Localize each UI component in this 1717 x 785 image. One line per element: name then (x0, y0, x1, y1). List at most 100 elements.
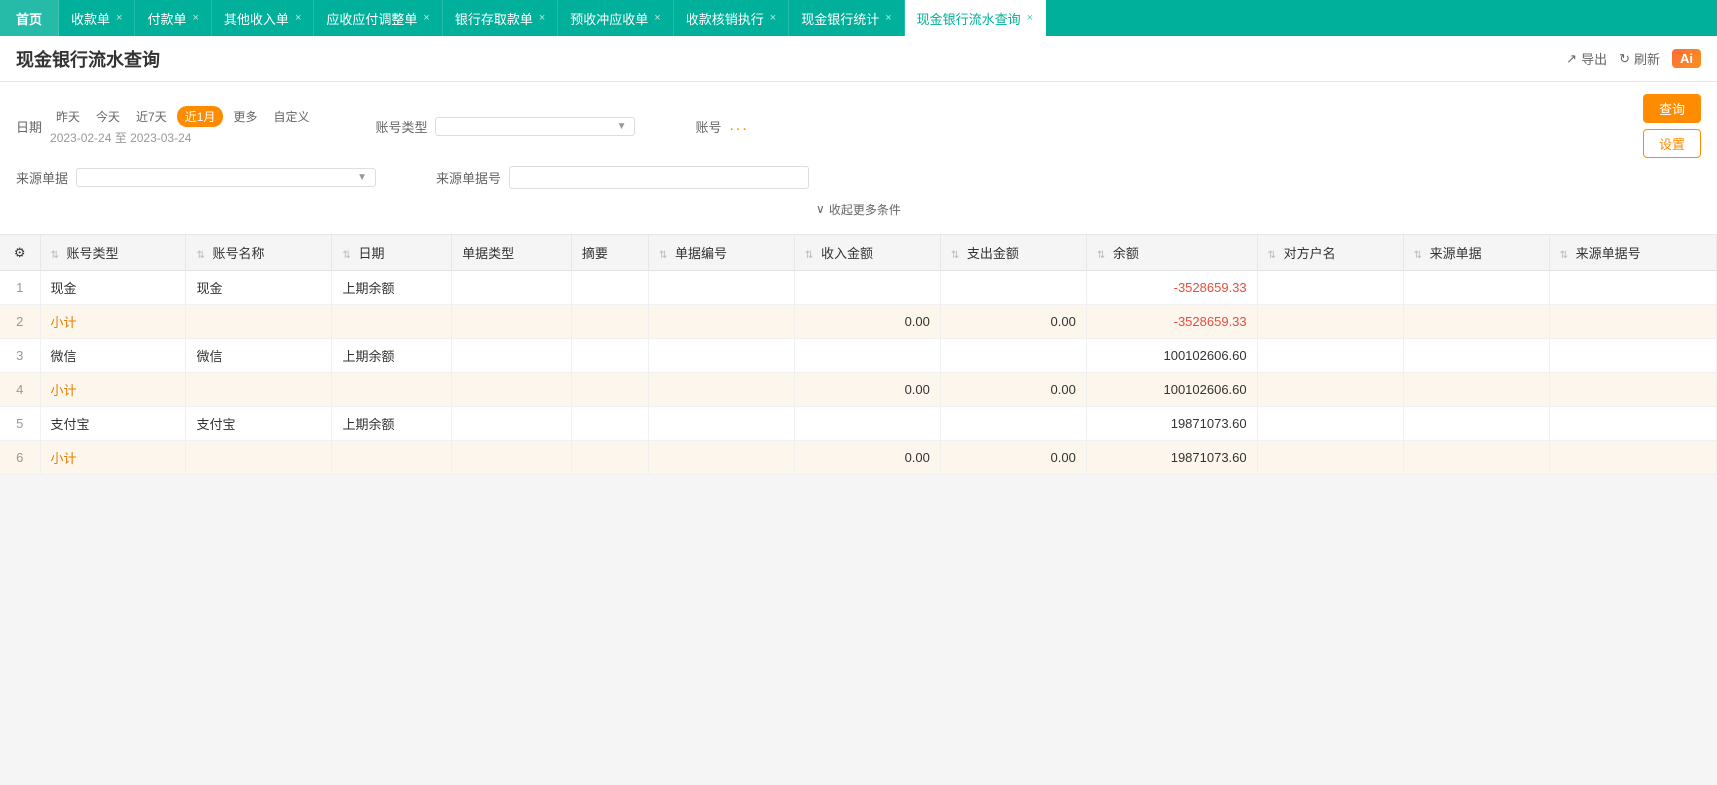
balance-cell: 19871073.60 (1086, 441, 1257, 475)
date-btn-custom[interactable]: 自定义 (267, 106, 315, 127)
account-name-cell (186, 305, 332, 339)
close-icon[interactable]: × (295, 12, 301, 24)
table-header-row: ⚙ ⇅ 账号类型 ⇅ 账号名称 ⇅ 日期 单据类型 摘要 (0, 235, 1717, 271)
date-btn-today[interactable]: 今天 (90, 106, 126, 127)
summary-cell (571, 305, 648, 339)
source-doc-no-cell (1549, 305, 1716, 339)
balance-cell: 100102606.60 (1086, 339, 1257, 373)
nav-tab-qitashouruan[interactable]: 其他收入单 × (212, 0, 314, 36)
table-row: 2小计0.000.00-3528659.33 (0, 305, 1717, 339)
account-ellipsis-button[interactable]: ... (729, 117, 748, 135)
nav-tab-yinhangcuqukuan[interactable]: 银行存取款单 × (443, 0, 558, 36)
page-title: 现金银行流水查询 (16, 46, 160, 72)
close-icon[interactable]: × (1027, 12, 1033, 24)
data-table: ⚙ ⇅ 账号类型 ⇅ 账号名称 ⇅ 日期 单据类型 摘要 (0, 235, 1717, 475)
date-range-display: 2023-02-24 至 2023-03-24 (50, 129, 315, 146)
counterparty-cell (1257, 373, 1403, 407)
date-cell (332, 373, 452, 407)
close-icon[interactable]: × (885, 12, 891, 24)
table-col-income[interactable]: ⇅ 收入金额 (794, 235, 940, 271)
nav-tab-shoukuanhexiao[interactable]: 收款核销执行 × (674, 0, 789, 36)
table-col-doc-no[interactable]: ⇅ 单据编号 (648, 235, 794, 271)
counterparty-cell (1257, 441, 1403, 475)
nav-tab-yushouchong[interactable]: 预收冲应收单 × (558, 0, 673, 36)
close-icon[interactable]: × (539, 12, 545, 24)
account-name-cell (186, 373, 332, 407)
date-cell: 上期余额 (332, 407, 452, 441)
gear-icon[interactable]: ⚙ (14, 245, 26, 260)
sort-arrows-icon: ⇅ (196, 250, 204, 261)
nav-tab-label: 收款核销执行 (686, 9, 764, 28)
table-col-account-name[interactable]: ⇅ 账号名称 (186, 235, 332, 271)
sort-arrows-icon: ⇅ (1097, 250, 1105, 261)
sort-arrows-icon: ⇅ (659, 250, 667, 261)
close-icon[interactable]: × (116, 12, 122, 24)
source-doc-no-cell (1549, 271, 1716, 305)
summary-cell (571, 271, 648, 305)
export-button[interactable]: ↗ 导出 (1566, 49, 1607, 68)
ai-badge[interactable]: Ai (1672, 49, 1701, 68)
close-icon[interactable]: × (192, 12, 198, 24)
account-type-cell: 小计 (40, 441, 186, 475)
nav-tab-xianjintongji[interactable]: 现金银行统计 × (789, 0, 904, 36)
date-btn-7days[interactable]: 近7天 (130, 106, 173, 127)
table-row: 5支付宝支付宝上期余额19871073.60 (0, 407, 1717, 441)
table-col-balance[interactable]: ⇅ 余额 (1086, 235, 1257, 271)
nav-tab-yingshouyingfu[interactable]: 应收应付调整单 × (314, 0, 442, 36)
doc-type-cell (452, 441, 572, 475)
close-icon[interactable]: × (423, 12, 429, 24)
source-doc-cell (1403, 271, 1549, 305)
close-icon[interactable]: × (770, 12, 776, 24)
source-doc-no-cell (1549, 407, 1716, 441)
table-col-date[interactable]: ⇅ 日期 (332, 235, 452, 271)
doc-type-cell (452, 271, 572, 305)
filter-panel: 日期 昨天 今天 近7天 近1月 更多 自定义 2023-02-24 至 202… (0, 82, 1717, 235)
source-doc-select[interactable]: ▼ (76, 168, 376, 187)
doc-no-cell (648, 305, 794, 339)
nav-tab-liushui-active[interactable]: 现金银行流水查询 × (905, 0, 1046, 36)
nav-tab-label: 银行存取款单 (455, 9, 533, 28)
nav-tab-shoukuandan[interactable]: 收款单 × (59, 0, 135, 36)
table-col-summary[interactable]: 摘要 (571, 235, 648, 271)
export-icon: ↗ (1566, 51, 1577, 67)
sort-arrows-icon: ⇅ (1268, 250, 1276, 261)
refresh-button[interactable]: ↻ 刷新 (1619, 49, 1660, 68)
source-doc-no-input[interactable] (509, 166, 809, 189)
source-doc-cell (1403, 339, 1549, 373)
collapse-button[interactable]: ∧ 收起更多条件 (16, 197, 1701, 222)
table-col-doc-type[interactable]: 单据类型 (452, 235, 572, 271)
row-number: 3 (0, 339, 40, 373)
header-actions: ↗ 导出 ↻ 刷新 Ai (1566, 49, 1701, 68)
table-col-expense[interactable]: ⇅ 支出金额 (940, 235, 1086, 271)
sort-arrows-icon: ⇅ (51, 250, 59, 261)
action-buttons: 查询 设置 (1643, 94, 1701, 158)
date-btn-more[interactable]: 更多 (227, 106, 263, 127)
row-number: 2 (0, 305, 40, 339)
date-shortcuts-container: 昨天 今天 近7天 近1月 更多 自定义 2023-02-24 至 2023-0… (50, 106, 315, 146)
table-col-gear[interactable]: ⚙ (0, 235, 40, 271)
account-type-select[interactable]: ▼ (435, 117, 635, 136)
date-btn-yesterday[interactable]: 昨天 (50, 106, 86, 127)
table-col-source-doc[interactable]: ⇅ 来源单据 (1403, 235, 1549, 271)
account-name-cell: 现金 (186, 271, 332, 305)
date-cell (332, 441, 452, 475)
source-doc-cell (1403, 305, 1549, 339)
settings-button[interactable]: 设置 (1643, 129, 1701, 158)
close-icon[interactable]: × (654, 12, 660, 24)
nav-tab-label: 现金银行统计 (801, 9, 879, 28)
query-button[interactable]: 查询 (1643, 94, 1701, 123)
source-doc-no-cell (1549, 373, 1716, 407)
account-type-cell: 小计 (40, 305, 186, 339)
nav-home[interactable]: 首页 (0, 0, 59, 36)
table-col-source-doc-no[interactable]: ⇅ 来源单据号 (1549, 235, 1716, 271)
account-type-cell: 小计 (40, 373, 186, 407)
filter-row-1: 日期 昨天 今天 近7天 近1月 更多 自定义 2023-02-24 至 202… (16, 94, 1701, 158)
top-navigation: 首页 收款单 × 付款单 × 其他收入单 × 应收应付调整单 × 银行存取款单 … (0, 0, 1717, 36)
table-col-counterparty[interactable]: ⇅ 对方户名 (1257, 235, 1403, 271)
nav-tab-fukuandan[interactable]: 付款单 × (135, 0, 211, 36)
source-doc-no-cell (1549, 339, 1716, 373)
table-col-account-type[interactable]: ⇅ 账号类型 (40, 235, 186, 271)
date-btn-1month[interactable]: 近1月 (177, 106, 224, 127)
account-type-cell: 支付宝 (40, 407, 186, 441)
expense-cell: 0.00 (940, 373, 1086, 407)
